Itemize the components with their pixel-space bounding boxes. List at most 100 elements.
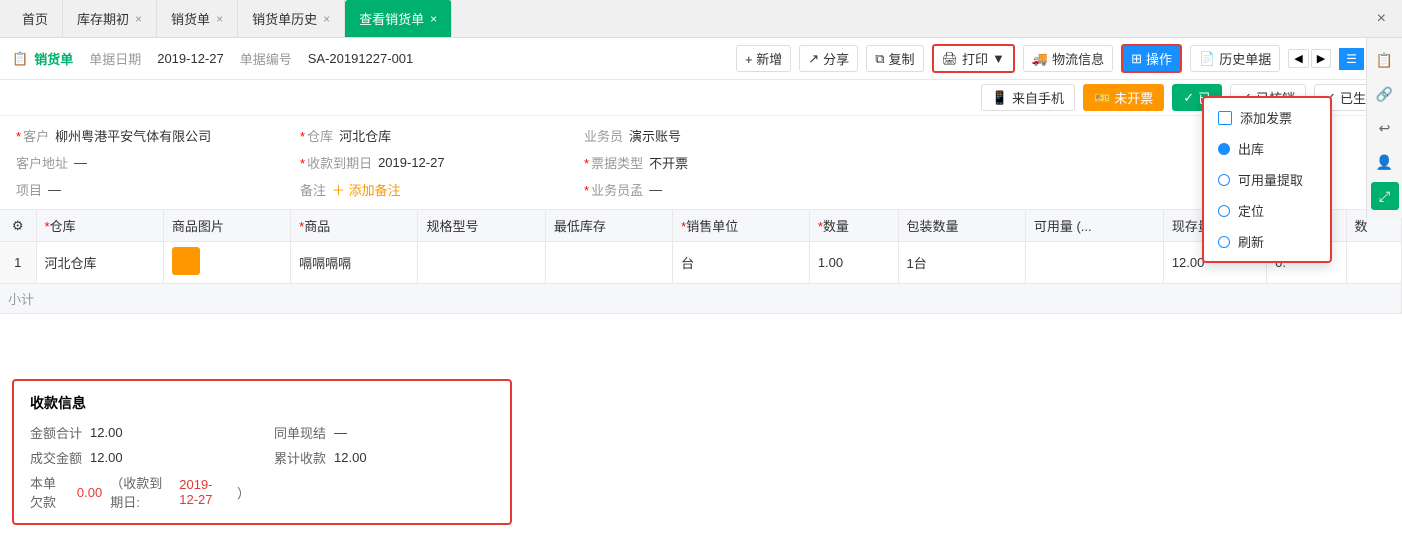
doc-type-title: 📋 销货单: [12, 49, 73, 68]
total-amount-value: 12.00: [90, 425, 123, 440]
cumulative-item: 累计收款 12.00: [274, 448, 494, 467]
copy-button[interactable]: ⧉ 复制: [866, 45, 923, 72]
right-sidebar: 📋 🔗 ↩ 👤 📊 ⤢: [1366, 38, 1402, 218]
close-inventory-init[interactable]: ×: [135, 12, 142, 26]
payment-title: 收款信息: [30, 393, 494, 413]
share-button[interactable]: ↗ 分享: [799, 45, 858, 72]
address-value: —: [74, 155, 87, 170]
tab-sales-history[interactable]: 销货单历史 ×: [238, 0, 345, 37]
warehouse-col-header: *仓库: [36, 210, 163, 242]
project-value: —: [48, 182, 61, 197]
nav-arrows: ◀ ▶: [1288, 49, 1331, 68]
warehouse-field: *仓库 河北仓库: [300, 126, 560, 145]
settings-col-header[interactable]: ⚙: [0, 210, 36, 242]
sidebar-icon-1[interactable]: 📋: [1371, 46, 1399, 74]
refresh-menu-item[interactable]: 刷新: [1204, 226, 1330, 257]
expand-icon[interactable]: ⤢: [1371, 182, 1399, 210]
refresh-icon: [1218, 236, 1230, 248]
row-spec: [418, 242, 545, 284]
sidebar-icon-4[interactable]: 👤: [1371, 148, 1399, 176]
doc-meta: 单据日期 2019-12-27 单据编号 SA-20191227-001: [89, 49, 413, 68]
tab-sales-order[interactable]: 销货单 ×: [157, 0, 238, 37]
subtotal-row: 小计: [0, 284, 1402, 314]
sidebar-icon-3[interactable]: ↩: [1371, 114, 1399, 142]
logistics-button[interactable]: 🚚 物流信息: [1023, 45, 1113, 72]
note-field: 备注 ＋ 添加备注: [300, 180, 560, 199]
share-icon: ↗: [808, 51, 819, 67]
locate-menu-item[interactable]: 定位: [1204, 195, 1330, 226]
close-sales-history[interactable]: ×: [323, 12, 330, 26]
outbound-icon: [1218, 143, 1230, 155]
prev-button[interactable]: ◀: [1288, 49, 1308, 68]
current-due-value: 0.00: [77, 485, 102, 500]
total-amount-item: 金额合计 12.00: [30, 423, 250, 442]
number-label: 单据编号: [240, 49, 292, 68]
form-row-2: 客户地址 — *收款到期日 2019-12-27 *票据类型 不开票: [16, 153, 1386, 172]
doc-header: 📋 销货单 单据日期 2019-12-27 单据编号 SA-20191227-0…: [0, 38, 1402, 80]
window-close-button[interactable]: ×: [1369, 10, 1394, 28]
print-button[interactable]: 🖨 打印 ▼: [932, 44, 1015, 73]
history-icon: 📄: [1199, 51, 1215, 67]
not-opened-button[interactable]: 🎫 未开票: [1083, 84, 1164, 111]
form-row-3: 项目 — 备注 ＋ 添加备注 *业务员孟 —: [16, 180, 1386, 199]
sidebar-icon-2[interactable]: 🔗: [1371, 80, 1399, 108]
doc-icon: 📋: [12, 51, 28, 67]
new-button[interactable]: + 新增: [736, 45, 791, 72]
ticket-type-value: 不开票: [649, 153, 688, 172]
customer-value: 柳州粤港平安气体有限公司: [55, 126, 211, 145]
date-label: 单据日期: [89, 49, 141, 68]
toolbar-right: + 新增 ↗ 分享 ⧉ 复制 🖨 打印 ▼ 🚚 物流信息 ⊞ 操作: [736, 44, 1390, 73]
transaction-amount-item: 成交金额 12.00: [30, 448, 250, 467]
product-img-col-header: 商品图片: [163, 210, 290, 242]
cumulative-value: 12.00: [334, 450, 367, 465]
add-invoice-icon: [1218, 111, 1232, 125]
product-table-wrapper: ⚙ *仓库 商品图片 *商品 规格型号 最低库存 *销售单位 *数量 包装数量 …: [0, 209, 1402, 371]
add-invoice-menu-item[interactable]: 添加发票: [1204, 102, 1330, 133]
operations-dropdown: 添加发票 出库 可用量提取 定位 刷新: [1202, 96, 1332, 263]
list-view-button[interactable]: ☰: [1339, 48, 1364, 70]
payment-grid: 金额合计 12.00 同单现结 — 成交金额 12.00 累计收款 12.00 …: [30, 423, 494, 511]
dropdown-arrow: ▼: [992, 51, 1005, 66]
row-num: 1: [0, 242, 36, 284]
payment-date-field: *收款到期日 2019-12-27: [300, 153, 560, 172]
row-extra: [1346, 242, 1401, 284]
print-icon: 🖨: [942, 51, 959, 67]
from-mobile-button[interactable]: 📱 来自手机: [981, 84, 1075, 111]
row-min-stock: [545, 242, 672, 284]
copy-icon: ⧉: [875, 51, 884, 67]
operations-icon: ⊞: [1131, 51, 1142, 67]
outbound-menu-item[interactable]: 出库: [1204, 133, 1330, 164]
add-note-button[interactable]: ＋ 添加备注: [332, 180, 401, 199]
project-field: 项目 —: [16, 180, 276, 199]
form-row-1: *客户 柳州粤港平安气体有限公司 *仓库 河北仓库 业务员 演示账号: [16, 126, 1386, 145]
row-product: 嗝嗝嗝嗝: [291, 242, 418, 284]
tab-inventory-init[interactable]: 库存期初 ×: [63, 0, 157, 37]
row-product-img: [163, 242, 290, 284]
available-col-header: 可用量 (...: [1025, 210, 1163, 242]
customer-field: *客户 柳州粤港平安气体有限公司: [16, 126, 276, 145]
available-qty-icon: [1218, 174, 1230, 186]
product-table: ⚙ *仓库 商品图片 *商品 规格型号 最低库存 *销售单位 *数量 包装数量 …: [0, 210, 1402, 314]
close-sales-order[interactable]: ×: [216, 12, 223, 26]
sales-staff-field: *业务员孟 —: [584, 180, 784, 199]
action-row: 📱 来自手机 🎫 未开票 ✓ 已 ✓ 已核销 ✓ 已生效: [0, 80, 1402, 116]
row-available: [1025, 242, 1163, 284]
main-content: 📋 销货单 单据日期 2019-12-27 单据编号 SA-20191227-0…: [0, 38, 1402, 533]
operations-button[interactable]: ⊞ 操作: [1121, 44, 1182, 73]
form-section: *客户 柳州粤港平安气体有限公司 *仓库 河北仓库 业务员 演示账号 客户地址 …: [0, 116, 1402, 209]
tab-view-sales[interactable]: 查看销货单 ×: [345, 0, 452, 37]
number-value: SA-20191227-001: [308, 51, 414, 66]
next-button[interactable]: ▶: [1311, 49, 1331, 68]
tab-home[interactable]: 首页: [8, 0, 63, 37]
address-field: 客户地址 —: [16, 153, 276, 172]
payment-date-value: 2019-12-27: [378, 155, 445, 170]
history-button[interactable]: 📄 历史单据: [1190, 45, 1280, 72]
close-view-sales[interactable]: ×: [430, 12, 437, 26]
min-stock-col-header: 最低库存: [545, 210, 672, 242]
product-col-header: *商品: [291, 210, 418, 242]
current-due-item: 本单欠款 0.00 （收款到期日: 2019-12-27 ）: [30, 473, 250, 511]
package-qty-col-header: 包装数量: [898, 210, 1025, 242]
transaction-amount-value: 12.00: [90, 450, 123, 465]
row-unit: 台: [673, 242, 810, 284]
available-qty-menu-item[interactable]: 可用量提取: [1204, 164, 1330, 195]
